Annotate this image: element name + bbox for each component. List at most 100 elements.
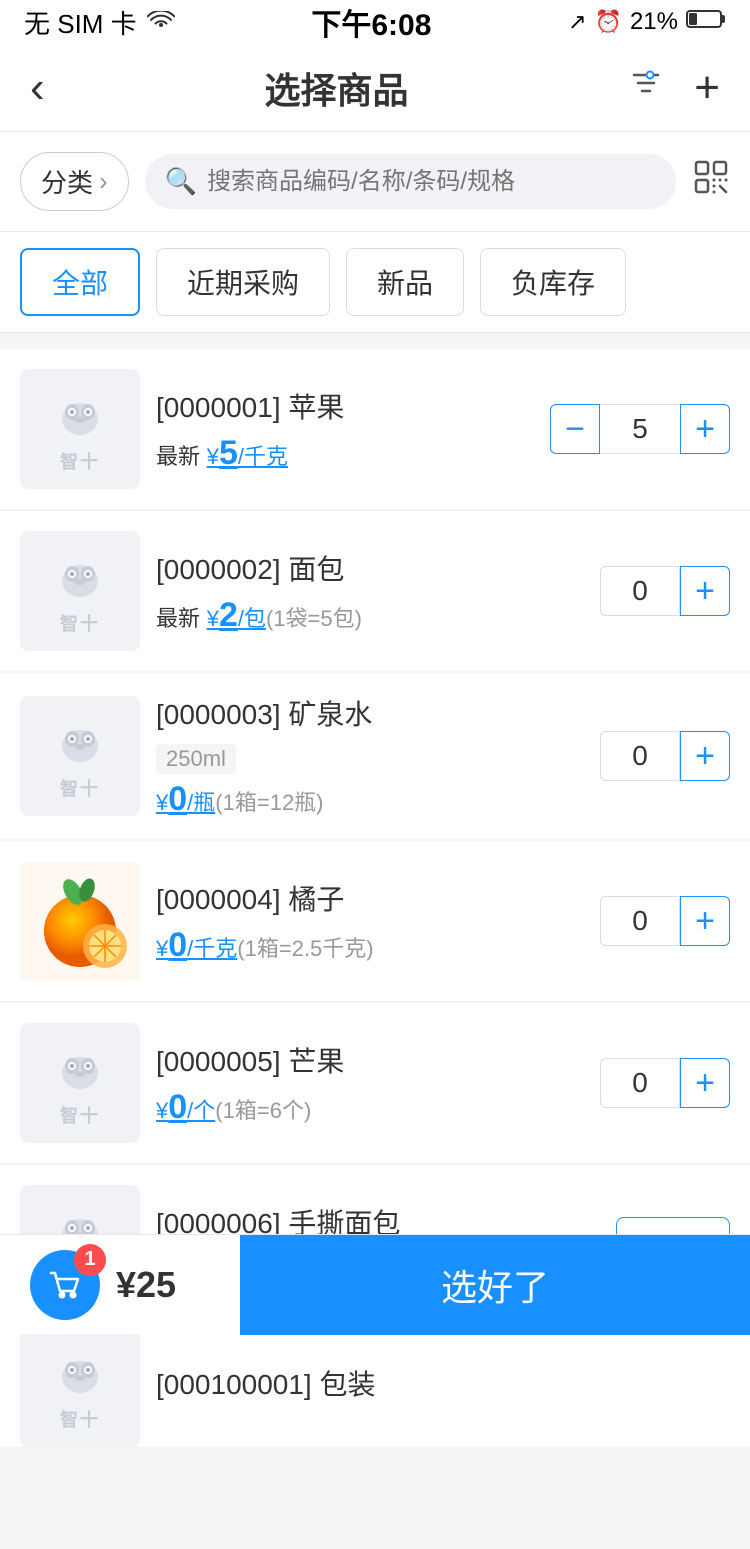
price-currency: ¥ <box>156 790 168 815</box>
product-name: [0000002] 面包 <box>156 548 584 588</box>
product-image: 智十 <box>20 369 140 489</box>
qty-input[interactable] <box>600 404 680 454</box>
confirm-button[interactable]: 选好了 <box>240 1235 750 1335</box>
qty-input[interactable] <box>600 896 680 946</box>
product-image: 智十 <box>20 1327 140 1447</box>
divider <box>0 333 750 349</box>
qty-control: + <box>600 731 730 781</box>
product-price: ¥0/个(1箱=6个) <box>156 1088 584 1127</box>
product-price: ¥0/瓶(1箱=12瓶) <box>156 780 584 819</box>
tab-recent[interactable]: 近期采购 <box>156 248 330 316</box>
product-image: 智十 <box>20 531 140 651</box>
search-icon: 🔍 <box>165 166 197 197</box>
product-item: 智十 [0000002] 面包 最新 ¥2/包(1袋=5包) + <box>0 511 750 671</box>
tab-all[interactable]: 全部 <box>20 248 140 316</box>
qty-control: + <box>600 566 730 616</box>
nav-bar: ‹ 选择商品 + <box>0 44 750 132</box>
filter-icon[interactable] <box>628 65 664 110</box>
qty-plus-button[interactable]: + <box>680 404 730 454</box>
category-label: 分类 <box>41 163 93 200</box>
qty-plus-button[interactable]: + <box>680 566 730 616</box>
status-bar: 无 SIM 卡 下午6:08 ↗ ⏰ 21% <box>0 0 750 44</box>
qty-control: + <box>600 896 730 946</box>
price-unit: /包 <box>238 606 266 631</box>
filter-bar: 分类 › 🔍 <box>0 132 750 232</box>
status-right: ↗ ⏰ 21% <box>568 8 726 36</box>
product-name: [0000003] 矿泉水 <box>156 693 584 733</box>
battery-icon <box>686 8 726 36</box>
cart-icon-wrap[interactable]: 1 <box>30 1250 100 1320</box>
product-name: [000100001] 包装 <box>156 1363 730 1403</box>
product-info: [0000003] 矿泉水 250ml ¥0/瓶(1箱=12瓶) <box>156 693 584 819</box>
product-name: [0000004] 橘子 <box>156 878 584 918</box>
product-spec: 250ml <box>156 744 236 774</box>
qty-control: − + <box>550 404 730 454</box>
qty-plus-button[interactable]: + <box>680 731 730 781</box>
product-info: [000100001] 包装 <box>156 1363 730 1411</box>
product-name: [0000005] 芒果 <box>156 1040 584 1080</box>
price-value: 0 <box>168 1088 187 1126</box>
product-price: ¥0/千克(1箱=2.5千克) <box>156 926 584 965</box>
price-unit: /千克 <box>187 936 237 961</box>
page-title: 选择商品 <box>264 62 408 114</box>
price-currency: ¥ <box>207 606 219 631</box>
price-pack: (1箱=12瓶) <box>215 790 323 815</box>
price-currency: ¥ <box>207 444 219 469</box>
price-pack: (1袋=5包) <box>266 606 362 631</box>
qty-input[interactable] <box>600 1058 680 1108</box>
price-prefix: 最新 <box>156 606 200 631</box>
price-prefix: 最新 <box>156 444 200 469</box>
status-time: 下午6:08 <box>311 0 431 44</box>
status-left: 无 SIM 卡 <box>24 4 175 41</box>
alarm-icon: ⏰ <box>595 9 622 35</box>
product-price: 最新 ¥5/千克 <box>156 434 534 473</box>
price-value: 5 <box>219 434 238 472</box>
price-value: 0 <box>168 780 187 818</box>
chevron-right-icon: › <box>99 166 108 197</box>
qty-control: + <box>600 1058 730 1108</box>
bottom-bar: 1 ¥25 选好了 <box>0 1234 750 1334</box>
location-icon: ↗ <box>568 9 586 35</box>
price-currency: ¥ <box>156 936 168 961</box>
price-unit: /瓶 <box>187 790 215 815</box>
price-value: 0 <box>168 926 187 964</box>
price-unit: /个 <box>187 1098 215 1123</box>
product-info: [0000004] 橘子 ¥0/千克(1箱=2.5千克) <box>156 878 584 965</box>
cart-total: ¥25 <box>116 1264 176 1306</box>
product-name: [0000001] 苹果 <box>156 386 534 426</box>
tab-new[interactable]: 新品 <box>346 248 464 316</box>
cart-area: 1 ¥25 <box>0 1250 240 1320</box>
search-input-wrap[interactable]: 🔍 <box>145 154 676 209</box>
wifi-icon <box>147 7 175 38</box>
price-pack: (1箱=6个) <box>215 1098 311 1123</box>
price-pack: (1箱=2.5千克) <box>237 936 373 961</box>
product-image: 智十 <box>20 1023 140 1143</box>
price-value: 2 <box>219 596 238 634</box>
product-item: 智十 [000100001] 包装 <box>0 1327 750 1447</box>
nav-actions: + <box>628 65 720 110</box>
product-info: [0000001] 苹果 最新 ¥5/千克 <box>156 386 534 473</box>
back-button[interactable]: ‹ <box>30 63 45 113</box>
product-item: [0000004] 橘子 ¥0/千克(1箱=2.5千克) + <box>0 841 750 1001</box>
product-image: 智十 <box>20 696 140 816</box>
category-button[interactable]: 分类 › <box>20 152 129 211</box>
tab-negative[interactable]: 负库存 <box>480 248 626 316</box>
qty-minus-button[interactable]: − <box>550 404 600 454</box>
product-item: 智十 [0000003] 矿泉水 250ml ¥0/瓶(1箱=12瓶) + <box>0 673 750 839</box>
product-info: [0000002] 面包 最新 ¥2/包(1袋=5包) <box>156 548 584 635</box>
scan-icon[interactable] <box>692 158 730 206</box>
add-icon[interactable]: + <box>694 66 720 110</box>
qty-input[interactable] <box>600 566 680 616</box>
qty-plus-button[interactable]: + <box>680 896 730 946</box>
product-image <box>20 861 140 981</box>
qty-plus-button[interactable]: + <box>680 1058 730 1108</box>
cart-badge: 1 <box>74 1244 106 1276</box>
search-input[interactable] <box>207 168 656 196</box>
price-currency: ¥ <box>156 1098 168 1123</box>
product-item: 智十 [0000005] 芒果 ¥0/个(1箱=6个) + <box>0 1003 750 1163</box>
qty-input[interactable] <box>600 731 680 781</box>
product-item: 智十 [0000001] 苹果 最新 ¥5/千克 − + <box>0 349 750 509</box>
no-sim-text: 无 SIM 卡 <box>24 4 137 41</box>
battery-text: 21% <box>630 8 678 36</box>
tab-bar: 全部 近期采购 新品 负库存 <box>0 232 750 333</box>
